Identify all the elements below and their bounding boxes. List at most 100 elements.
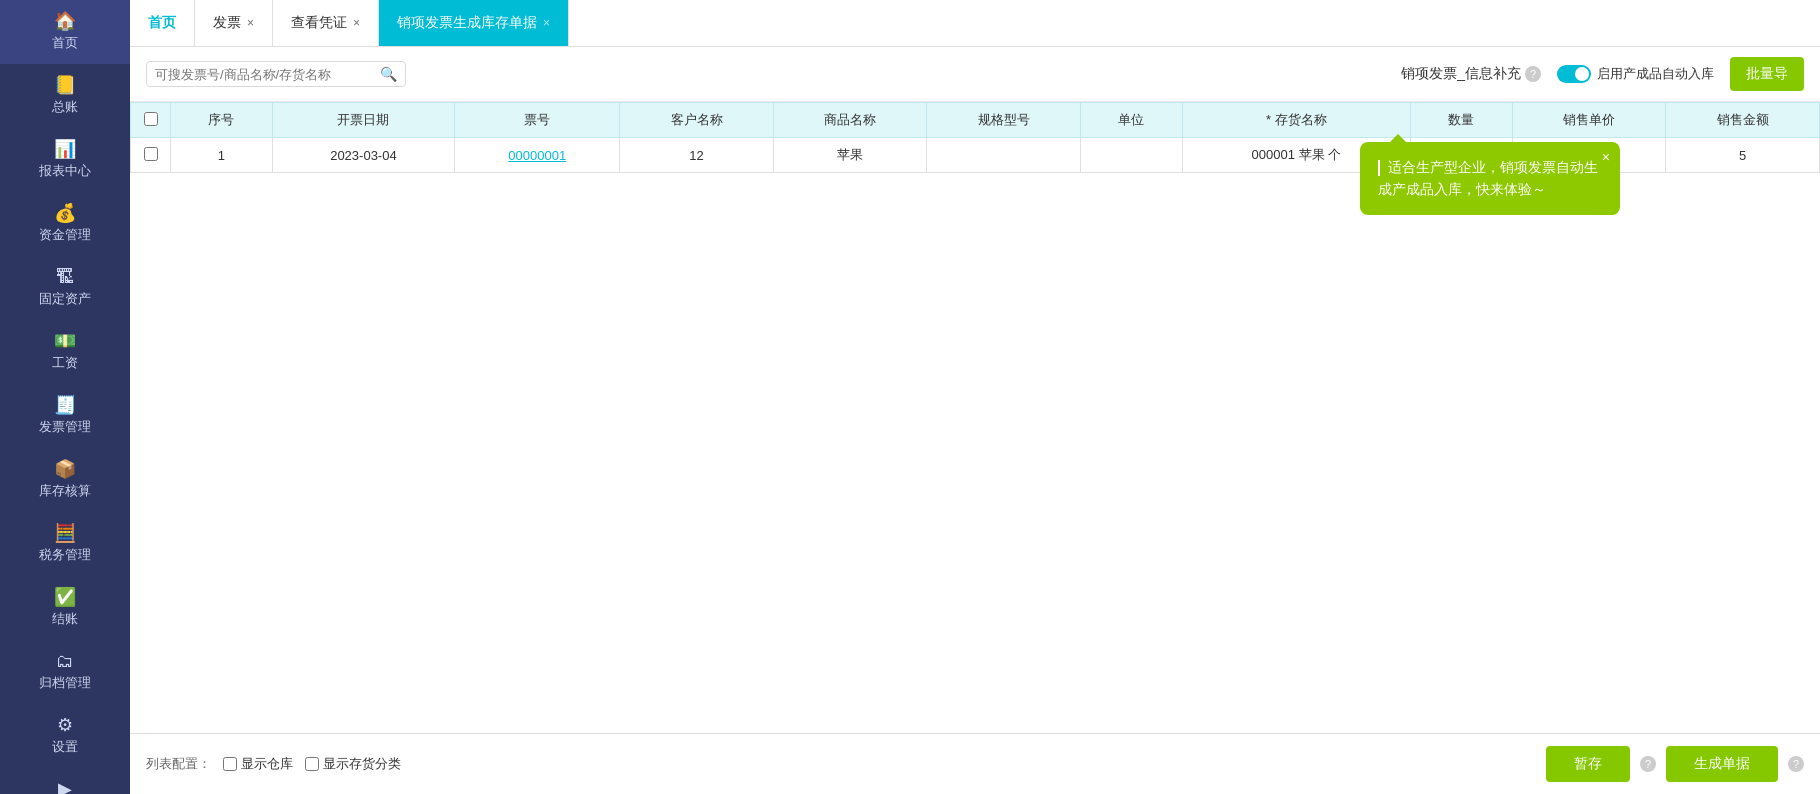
- sidebar-item-invoice-mgmt[interactable]: 🧾 发票管理: [0, 384, 130, 448]
- sidebar-label-wage: 工资: [52, 354, 78, 372]
- auto-warehousing-toggle[interactable]: [1557, 65, 1591, 83]
- sidebar-item-guide[interactable]: ▶ 新手引导: [0, 768, 130, 794]
- cell-open-date: 2023-03-04: [272, 138, 454, 173]
- asset-icon: 🏗: [56, 268, 74, 286]
- header-quantity: 数量: [1411, 103, 1513, 138]
- sidebar-label-report: 报表中心: [39, 162, 91, 180]
- invoice-mgmt-icon: 🧾: [54, 396, 76, 414]
- info-label: 销项发票_信息补充: [1401, 65, 1521, 83]
- sidebar-item-ledger[interactable]: 📒 总账: [0, 64, 130, 128]
- row-checkbox[interactable]: [144, 147, 158, 161]
- tab-bar: 首页 发票 × 查看凭证 × 销项发票生成库存单据 ×: [130, 0, 1820, 47]
- tab-invoice[interactable]: 发票 ×: [195, 0, 273, 46]
- sidebar-item-asset[interactable]: 🏗 固定资产: [0, 256, 130, 320]
- sidebar-item-capital[interactable]: 💰 资金管理: [0, 192, 130, 256]
- archive-icon: 🗂: [56, 652, 74, 670]
- row-checkbox-cell[interactable]: [131, 138, 171, 173]
- tooltip-close-icon[interactable]: ×: [1602, 150, 1610, 164]
- sidebar-label-ledger: 总账: [52, 98, 78, 116]
- sidebar-label-settings: 设置: [52, 738, 78, 756]
- sidebar-label-capital: 资金管理: [39, 226, 91, 244]
- tab-voucher[interactable]: 查看凭证 ×: [273, 0, 379, 46]
- show-stock-category-text: 显示存货分类: [323, 755, 401, 773]
- header-customer: 客户名称: [620, 103, 774, 138]
- header-open-date: 开票日期: [272, 103, 454, 138]
- ledger-icon: 📒: [54, 76, 76, 94]
- info-label-wrap: 销项发票_信息补充 ?: [1401, 65, 1541, 83]
- header-unit: 单位: [1080, 103, 1182, 138]
- tab-credit-invoice[interactable]: 销项发票生成库存单据 ×: [379, 0, 569, 46]
- tab-credit-invoice-close[interactable]: ×: [543, 16, 550, 30]
- tab-home[interactable]: 首页: [130, 0, 195, 46]
- sidebar-label-settle: 结账: [52, 610, 78, 628]
- show-warehouse-label[interactable]: 显示仓库: [223, 755, 293, 773]
- save-help-icon[interactable]: ?: [1640, 756, 1656, 772]
- cell-model: [927, 138, 1081, 173]
- tooltip-popup: × 适合生产型企业，销项发票自动生成产成品入库，快来体验～: [1360, 142, 1620, 215]
- report-icon: 📊: [54, 140, 76, 158]
- tab-voucher-label: 查看凭证: [291, 14, 347, 32]
- cell-unit: [1080, 138, 1182, 173]
- capital-icon: 💰: [54, 204, 76, 222]
- tab-voucher-close[interactable]: ×: [353, 16, 360, 30]
- tooltip-cursor: [1378, 160, 1380, 176]
- header-checkbox-cell[interactable]: [131, 103, 171, 138]
- header-goods-name: 商品名称: [773, 103, 927, 138]
- sidebar-item-settings[interactable]: ⚙ 设置: [0, 704, 130, 768]
- show-stock-category-checkbox[interactable]: [305, 757, 319, 771]
- list-config: 列表配置： 显示仓库 显示存货分类: [146, 755, 401, 773]
- sidebar-item-tax[interactable]: 🧮 税务管理: [0, 512, 130, 576]
- toggle-wrap: 启用产成品自动入库: [1557, 65, 1714, 83]
- toolbar-right: 销项发票_信息补充 ? 启用产成品自动入库 批量导: [1401, 57, 1804, 91]
- table-header-row: 序号 开票日期 票号 客户名称 商品名称 规格型号 单位 * 存货名称 数量 销…: [131, 103, 1820, 138]
- help-icon[interactable]: ?: [1525, 66, 1541, 82]
- cell-amount: 5: [1666, 138, 1820, 173]
- sidebar-item-archive[interactable]: 🗂 归档管理: [0, 640, 130, 704]
- guide-icon: ▶: [58, 780, 72, 794]
- show-stock-category-label[interactable]: 显示存货分类: [305, 755, 401, 773]
- search-wrap[interactable]: 🔍: [146, 61, 406, 87]
- sidebar-item-report[interactable]: 📊 报表中心: [0, 128, 130, 192]
- toggle-label: 启用产成品自动入库: [1597, 65, 1714, 83]
- sidebar-item-settle[interactable]: ✅ 结账: [0, 576, 130, 640]
- tab-invoice-label: 发票: [213, 14, 241, 32]
- settle-icon: ✅: [54, 588, 76, 606]
- show-warehouse-text: 显示仓库: [241, 755, 293, 773]
- inventory-icon: 📦: [54, 460, 76, 478]
- generate-button[interactable]: 生成单据: [1666, 746, 1778, 782]
- tab-home-label: 首页: [148, 14, 176, 32]
- cell-seq: 1: [171, 138, 273, 173]
- gen-help-icon[interactable]: ?: [1788, 756, 1804, 772]
- header-unit-price: 销售单价: [1512, 103, 1666, 138]
- batch-btn[interactable]: 批量导: [1730, 57, 1804, 91]
- toolbar: 🔍 销项发票_信息补充 ? 启用产成品自动入库 批量导: [130, 47, 1820, 102]
- tax-icon: 🧮: [54, 524, 76, 542]
- sidebar-label-asset: 固定资产: [39, 290, 91, 308]
- settings-icon: ⚙: [57, 716, 73, 734]
- sidebar-label-home: 首页: [52, 34, 78, 52]
- tooltip-text: 适合生产型企业，销项发票自动生成产成品入库，快来体验～: [1378, 159, 1598, 197]
- sidebar-item-wage[interactable]: 💵 工资: [0, 320, 130, 384]
- sidebar-item-home[interactable]: 🏠 首页: [0, 0, 130, 64]
- sidebar: 🏠 首页 📒 总账 📊 报表中心 💰 资金管理 🏗 固定资产 💵 工资 🧾 发票…: [0, 0, 130, 794]
- wage-icon: 💵: [54, 332, 76, 350]
- header-ticket-no: 票号: [455, 103, 620, 138]
- sidebar-label-invoice-mgmt: 发票管理: [39, 418, 91, 436]
- config-label: 列表配置：: [146, 755, 211, 773]
- header-checkbox[interactable]: [144, 112, 158, 126]
- main-area: 首页 发票 × 查看凭证 × 销项发票生成库存单据 × 🔍 销项发票_信息补充 …: [130, 0, 1820, 794]
- bottom-bar: 列表配置： 显示仓库 显示存货分类 暂存 ? 生成单据 ?: [130, 733, 1820, 794]
- search-input[interactable]: [155, 67, 374, 82]
- sidebar-item-inventory[interactable]: 📦 库存核算: [0, 448, 130, 512]
- header-stock-name: * 存货名称: [1182, 103, 1411, 138]
- tab-invoice-close[interactable]: ×: [247, 16, 254, 30]
- save-button[interactable]: 暂存: [1546, 746, 1630, 782]
- home-icon: 🏠: [54, 12, 76, 30]
- bottom-right: 暂存 ? 生成单据 ?: [1546, 746, 1804, 782]
- cell-ticket-no[interactable]: 00000001: [455, 138, 620, 173]
- cell-goods-name: 苹果: [773, 138, 927, 173]
- sidebar-label-inventory: 库存核算: [39, 482, 91, 500]
- ticket-no-link[interactable]: 00000001: [508, 148, 566, 163]
- show-warehouse-checkbox[interactable]: [223, 757, 237, 771]
- cell-customer: 12: [620, 138, 774, 173]
